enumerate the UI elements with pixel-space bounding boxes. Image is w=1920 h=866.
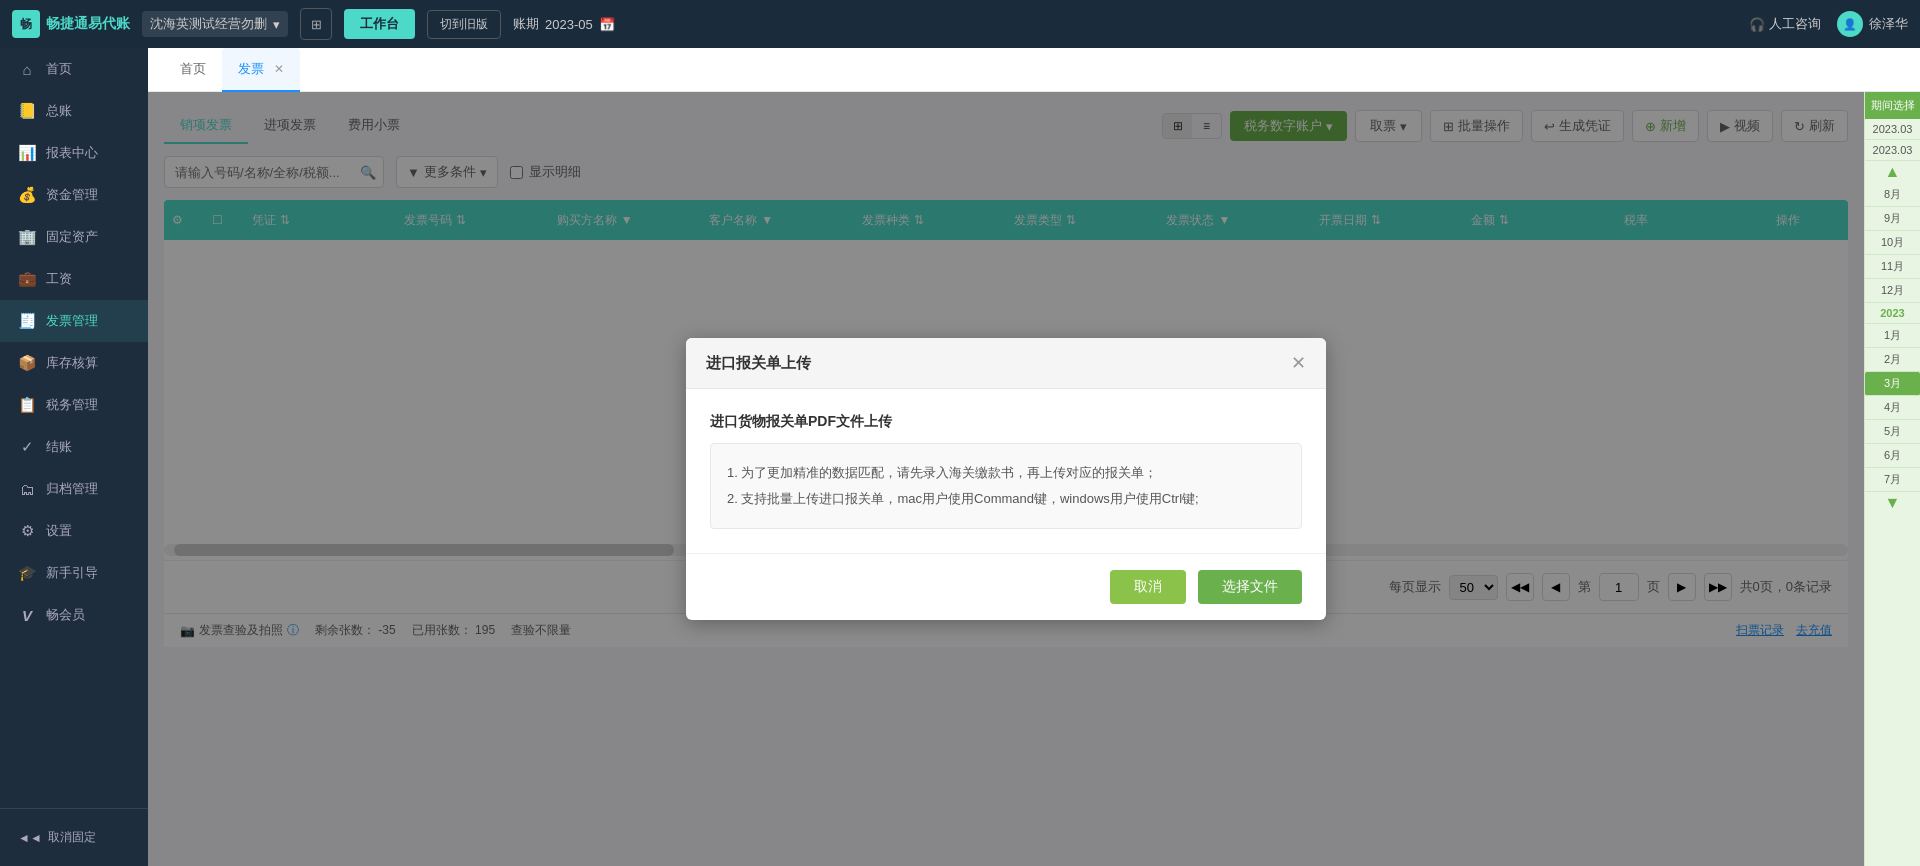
- modal-section-title: 进口货物报关单PDF文件上传: [710, 413, 1302, 431]
- avatar: 👤: [1837, 11, 1863, 37]
- period-item-feb[interactable]: 2月: [1865, 348, 1920, 372]
- sidebar-item-settings[interactable]: ⚙ 设置: [0, 510, 148, 552]
- sidebar-item-inventory[interactable]: 📦 库存核算: [0, 342, 148, 384]
- sidebar-item-settle[interactable]: ✓ 结账: [0, 426, 148, 468]
- import-customs-modal: 进口报关单上传 ✕ 进口货物报关单PDF文件上传 1. 为了更加精准的数据匹配，…: [686, 338, 1326, 620]
- headset-icon: 🎧: [1749, 17, 1765, 32]
- modal-overlay: 进口报关单上传 ✕ 进口货物报关单PDF文件上传 1. 为了更加精准的数据匹配，…: [148, 92, 1864, 866]
- tab-invoice[interactable]: 发票 ✕: [222, 48, 300, 92]
- sidebar-item-tax[interactable]: 📋 税务管理: [0, 384, 148, 426]
- period-item-0[interactable]: 2023.03: [1865, 119, 1920, 140]
- pin-icon: ◄◄: [18, 831, 42, 845]
- top-right: 🎧 人工咨询 👤 徐泽华: [1749, 11, 1908, 37]
- collapse-icon[interactable]: ▼: [1883, 492, 1903, 514]
- modal-info-line-1: 1. 为了更加精准的数据匹配，请先录入海关缴款书，再上传对应的报关单；: [727, 460, 1285, 486]
- period-item-dec[interactable]: 12月: [1865, 279, 1920, 303]
- expand-up-icon[interactable]: ▲: [1883, 161, 1903, 183]
- invoice-page: 销项发票 进项发票 费用小票 ⊞ ≡ 税务数字账户 ▾: [148, 92, 1864, 866]
- modal-footer: 取消 选择文件: [686, 553, 1326, 620]
- workspace-button[interactable]: 工作台: [344, 9, 415, 39]
- sidebar-item-assets[interactable]: 🏢 固定资产: [0, 216, 148, 258]
- invoice-content: 销项发票 进项发票 费用小票 ⊞ ≡ 税务数字账户 ▾: [148, 92, 1920, 866]
- sidebar-item-ledger[interactable]: 📒 总账: [0, 90, 148, 132]
- sidebar-item-capital[interactable]: 💰 资金管理: [0, 174, 148, 216]
- period-item-aug[interactable]: 8月: [1865, 183, 1920, 207]
- modal-info-box: 1. 为了更加精准的数据匹配，请先录入海关缴款书，再上传对应的报关单； 2. 支…: [710, 443, 1302, 529]
- calendar-icon[interactable]: 📅: [599, 17, 615, 32]
- period-item-jun[interactable]: 6月: [1865, 444, 1920, 468]
- inventory-icon: 📦: [18, 354, 36, 372]
- content-wrapper: 首页 发票 ✕ 销项发票 进项发票 费用小票: [148, 48, 1920, 866]
- tab-home[interactable]: 首页: [164, 48, 222, 92]
- report-icon: 📊: [18, 144, 36, 162]
- switch-version-button[interactable]: 切到旧版: [427, 10, 501, 39]
- pin-button[interactable]: ◄◄ 取消固定: [0, 821, 148, 854]
- modal-title: 进口报关单上传: [706, 354, 811, 373]
- period-item-may[interactable]: 5月: [1865, 420, 1920, 444]
- topbar: 畅 畅捷通易代账 沈海英测试经营勿删 ▾ ⊞ 工作台 切到旧版 账期 2023-…: [0, 0, 1920, 48]
- user-info[interactable]: 👤 徐泽华: [1837, 11, 1908, 37]
- tab-close-icon[interactable]: ✕: [274, 62, 284, 76]
- period-header[interactable]: 期间选择: [1865, 92, 1920, 119]
- period-item-sep[interactable]: 9月: [1865, 207, 1920, 231]
- modal-info-line-2: 2. 支持批量上传进口报关单，mac用户使用Command键，windows用户…: [727, 486, 1285, 512]
- salary-icon: 💼: [18, 270, 36, 288]
- tax-icon: 📋: [18, 396, 36, 414]
- sidebar-item-report[interactable]: 📊 报表中心: [0, 132, 148, 174]
- period-info: 账期 2023-05 📅: [513, 15, 615, 33]
- period-item-jul[interactable]: 7月: [1865, 468, 1920, 492]
- sidebar-item-member[interactable]: V 畅会员: [0, 594, 148, 636]
- sidebar: ⌂ 首页 📒 总账 📊 报表中心 💰 资金管理 🏢 固定资产 💼 工资: [0, 48, 148, 866]
- capital-icon: 💰: [18, 186, 36, 204]
- ledger-icon: 📒: [18, 102, 36, 120]
- archive-icon: 🗂: [18, 481, 36, 498]
- main-area: ⌂ 首页 📒 总账 📊 报表中心 💰 资金管理 🏢 固定资产 💼 工资: [0, 48, 1920, 866]
- company-action-btn[interactable]: ⊞: [300, 8, 332, 40]
- app-logo: 畅 畅捷通易代账: [12, 10, 130, 38]
- period-item-apr[interactable]: 4月: [1865, 396, 1920, 420]
- member-icon: V: [18, 607, 36, 624]
- settle-icon: ✓: [18, 438, 36, 456]
- modal-cancel-button[interactable]: 取消: [1110, 570, 1186, 604]
- modal-select-file-button[interactable]: 选择文件: [1198, 570, 1302, 604]
- service-button[interactable]: 🎧 人工咨询: [1749, 15, 1821, 33]
- period-item-1[interactable]: 2023.03: [1865, 140, 1920, 161]
- sidebar-item-guide[interactable]: 🎓 新手引导: [0, 552, 148, 594]
- modal-body: 进口货物报关单PDF文件上传 1. 为了更加精准的数据匹配，请先录入海关缴款书，…: [686, 389, 1326, 553]
- right-panel: 期间选择 2023.03 2023.03 ▲ 8月 9月 10月 11月 12月…: [1864, 92, 1920, 866]
- guide-icon: 🎓: [18, 564, 36, 582]
- chevron-down-icon: ▾: [273, 17, 280, 32]
- assets-icon: 🏢: [18, 228, 36, 246]
- sidebar-item-home[interactable]: ⌂ 首页: [0, 48, 148, 90]
- modal-close-button[interactable]: ✕: [1291, 352, 1306, 374]
- settings-icon: ⚙: [18, 522, 36, 540]
- company-selector[interactable]: 沈海英测试经营勿删 ▾: [142, 11, 288, 37]
- period-item-mar[interactable]: 3月: [1865, 372, 1920, 396]
- sidebar-item-invoice[interactable]: 🧾 发票管理: [0, 300, 148, 342]
- invoice-icon: 🧾: [18, 312, 36, 330]
- sidebar-item-salary[interactable]: 💼 工资: [0, 258, 148, 300]
- home-icon: ⌂: [18, 61, 36, 78]
- modal-header: 进口报关单上传 ✕: [686, 338, 1326, 389]
- logo-icon: 畅: [12, 10, 40, 38]
- sidebar-item-archive[interactable]: 🗂 归档管理: [0, 468, 148, 510]
- period-item-jan[interactable]: 1月: [1865, 324, 1920, 348]
- period-item-year[interactable]: 2023: [1865, 303, 1920, 324]
- period-item-oct[interactable]: 10月: [1865, 231, 1920, 255]
- period-item-nov[interactable]: 11月: [1865, 255, 1920, 279]
- sidebar-bottom: ◄◄ 取消固定: [0, 808, 148, 866]
- content-tabs: 首页 发票 ✕: [148, 48, 1920, 92]
